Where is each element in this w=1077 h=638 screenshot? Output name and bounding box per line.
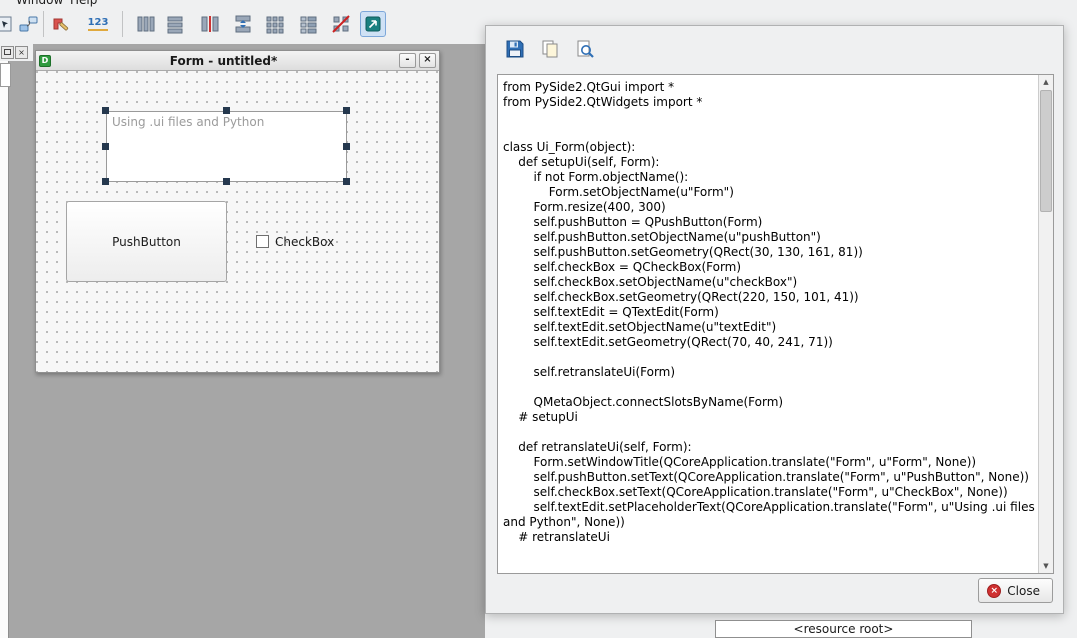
save-icon xyxy=(504,38,526,60)
copy-button[interactable] xyxy=(537,36,563,62)
menu-help[interactable]: Help xyxy=(70,0,97,7)
find-button[interactable] xyxy=(572,36,598,62)
pushbutton-widget[interactable]: PushButton xyxy=(66,201,227,282)
layout-splitter-vertical-icon[interactable] xyxy=(230,11,256,37)
close-window-button[interactable]: × xyxy=(419,53,436,68)
selection-handle-bottom-left[interactable] xyxy=(102,178,109,185)
toolbar-separator xyxy=(43,11,44,37)
menu-bar: Window Help xyxy=(0,0,1077,7)
break-layout-icon[interactable] xyxy=(328,11,354,37)
layout-grid-icon[interactable] xyxy=(261,11,287,37)
form-canvas[interactable]: Using .ui files and Python PushButton Ch… xyxy=(36,71,439,372)
dock-float-icon[interactable] xyxy=(1,46,14,59)
form-window-icon: D xyxy=(39,55,51,67)
code-scrollbar[interactable]: ▲ ▼ xyxy=(1038,75,1053,573)
adjust-size-icon[interactable] xyxy=(360,11,386,37)
close-button-label: Close xyxy=(1007,584,1040,598)
layout-form-icon[interactable] xyxy=(295,11,321,37)
save-button[interactable] xyxy=(502,36,528,62)
checkbox-indicator-icon[interactable] xyxy=(256,235,269,248)
layout-vertical-icon[interactable] xyxy=(162,11,188,37)
selection-handle-middle-left[interactable] xyxy=(102,143,109,150)
dock-title-fragment: × xyxy=(0,44,33,61)
close-icon: × xyxy=(987,584,1001,598)
textedit-placeholder: Using .ui files and Python xyxy=(107,112,346,132)
selection-handle-middle-right[interactable] xyxy=(343,143,350,150)
resource-root-panel[interactable]: <resource root> xyxy=(715,620,972,638)
checkbox-label: CheckBox xyxy=(275,235,334,249)
form-editor-window[interactable]: D Form - untitled* - × Using .ui files a… xyxy=(35,50,440,373)
edit-buddies-icon[interactable] xyxy=(48,11,74,37)
float-glyph xyxy=(4,49,11,55)
textedit-widget[interactable]: Using .ui files and Python xyxy=(106,111,347,182)
menu-window[interactable]: Window xyxy=(16,0,63,7)
mdi-area: D Form - untitled* - × Using .ui files a… xyxy=(9,44,485,638)
resource-root-label: <resource root> xyxy=(794,622,894,636)
form-window-titlebar[interactable]: D Form - untitled* - × xyxy=(36,51,439,71)
find-icon xyxy=(574,38,596,60)
checkbox-widget[interactable]: CheckBox xyxy=(256,221,357,262)
tab-order-label: 123 xyxy=(88,17,109,31)
minimize-button[interactable]: - xyxy=(399,53,416,68)
widget-box-filter-fragment[interactable] xyxy=(0,63,11,87)
dock-close-icon[interactable]: × xyxy=(15,46,28,59)
selection-handle-top-left[interactable] xyxy=(102,107,109,114)
selection-handle-top-center[interactable] xyxy=(223,107,230,114)
scroll-up-icon[interactable]: ▲ xyxy=(1039,75,1053,89)
code-view[interactable]: from PySide2.QtGui import * from PySide2… xyxy=(497,74,1054,574)
scroll-down-icon[interactable]: ▼ xyxy=(1039,559,1053,573)
selection-handle-top-right[interactable] xyxy=(343,107,350,114)
close-button[interactable]: × Close xyxy=(978,578,1053,603)
edit-signals-slots-icon[interactable] xyxy=(15,11,41,37)
widget-box-dock-fragment xyxy=(0,61,9,638)
code-preview-dialog: from PySide2.QtGui import * from PySide2… xyxy=(485,25,1064,614)
layout-splitter-horizontal-icon[interactable] xyxy=(197,11,223,37)
code-dialog-toolbar xyxy=(502,36,598,62)
qt-designer-screen: Window Help 123 xyxy=(0,0,1077,638)
copy-icon xyxy=(539,38,561,60)
form-window-title: Form - untitled* xyxy=(51,54,396,68)
generated-code-text: from PySide2.QtGui import * from PySide2… xyxy=(498,75,1037,550)
toolbar-separator xyxy=(122,11,123,37)
selection-handle-bottom-right[interactable] xyxy=(343,178,350,185)
scrollbar-thumb[interactable] xyxy=(1040,90,1052,212)
edit-tab-order-icon[interactable]: 123 xyxy=(83,11,113,37)
selection-handle-bottom-center[interactable] xyxy=(223,178,230,185)
layout-horizontal-icon[interactable] xyxy=(132,11,158,37)
